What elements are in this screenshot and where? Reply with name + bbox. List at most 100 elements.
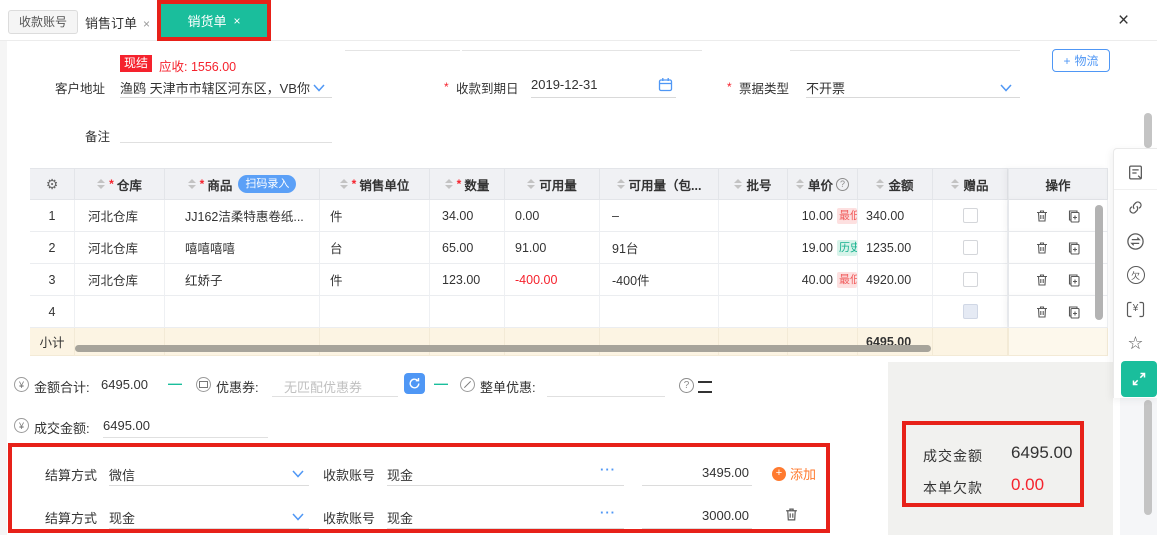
help-icon[interactable]: ? [679,378,694,393]
qty-cell[interactable]: 65.00 [430,232,505,264]
unit-cell[interactable]: 台 [320,232,430,264]
gift-checkbox[interactable] [962,208,978,223]
sort-icon[interactable] [876,179,885,189]
receive-account-select[interactable]: 现金 [387,465,413,484]
price-cell[interactable]: 10.00 最低 [788,200,858,232]
product-cell[interactable]: 嘻嘻嘻嘻 [165,232,320,264]
header-price[interactable]: 单价? [788,168,858,200]
batch-cell[interactable] [719,296,788,328]
tab-sales-order[interactable]: 销售订单 × [85,13,150,32]
price-cell[interactable]: 19.00 历史 [788,232,858,264]
product-cell[interactable]: JJ162洁柔特惠卷纸... [165,200,320,232]
delete-row-icon[interactable] [1035,209,1049,223]
receive-account-select[interactable]: 现金 [387,508,413,527]
chevron-down-icon[interactable] [1000,84,1012,92]
header-qty[interactable]: * 数量 [430,168,505,200]
qty-cell[interactable] [430,296,505,328]
gift-checkbox[interactable] [962,240,978,255]
product-cell[interactable]: 红娇子 [165,264,320,296]
unit-cell[interactable]: 件 [320,264,430,296]
product-cell[interactable] [165,296,320,328]
price-cell[interactable]: 40.00 最低 [788,264,858,296]
column-settings-header[interactable]: ⚙ [30,168,75,200]
sort-icon[interactable] [444,179,453,189]
transfer-button[interactable] [1114,224,1157,258]
header-available-pkg[interactable]: 可用量（包... [600,168,719,200]
delete-row-icon[interactable] [1035,305,1049,319]
bill-type-select[interactable]: 不开票 [806,78,845,97]
add-logistics-button[interactable]: + 物流 [1052,49,1110,72]
payment-amount-input[interactable]: 3000.00 [642,508,749,523]
qty-cell[interactable]: 123.00 [430,264,505,296]
page-scrollbar[interactable] [1144,400,1152,515]
order-discount-input[interactable] [547,396,665,397]
settle-method-select[interactable]: 微信 [109,465,135,484]
scan-entry-badge[interactable]: 扫码录入 [238,175,297,193]
tab-sales-slip[interactable]: 销货单 × [161,4,267,37]
price-cell[interactable] [788,296,858,328]
related-docs-button[interactable] [1114,190,1157,224]
more-options-icon[interactable]: ··· [600,505,616,520]
collapse-handle-icon[interactable] [698,381,712,393]
gift-checkbox[interactable] [962,272,978,287]
header-product[interactable]: * 商品 扫码录入 [165,168,320,200]
page-scrollbar[interactable] [1144,113,1152,148]
delete-payment-icon[interactable] [784,507,799,522]
header-batch[interactable]: 批号 [719,168,788,200]
arrears-button[interactable]: 欠 [1114,258,1157,292]
order-notes-button[interactable] [1113,155,1157,190]
delete-row-icon[interactable] [1035,241,1049,255]
chevron-down-icon[interactable] [292,513,304,521]
unit-cell[interactable] [320,296,430,328]
copy-row-icon[interactable] [1067,241,1081,255]
payment-amount-input[interactable]: 3495.00 [642,465,749,480]
sort-icon[interactable] [734,179,743,189]
qty-cell[interactable]: 34.00 [430,200,505,232]
header-available[interactable]: 可用量 [505,168,600,200]
remark-input[interactable] [120,142,332,143]
gift-checkbox[interactable] [962,304,978,319]
batch-cell[interactable] [719,232,788,264]
warehouse-cell[interactable]: 河北仓库 [75,200,165,232]
sort-icon[interactable] [339,179,348,189]
chevron-down-icon[interactable] [292,470,304,478]
batch-cell[interactable] [719,264,788,296]
customer-address-select[interactable]: 渔鸥 天津市市辖区河东区，VB你 [120,78,310,97]
warehouse-cell[interactable] [75,296,165,328]
gear-icon[interactable]: ⚙ [46,176,59,193]
warehouse-cell[interactable]: 河北仓库 [75,232,165,264]
calendar-icon[interactable] [658,77,673,92]
copy-row-icon[interactable] [1067,305,1081,319]
tab-payment-account[interactable]: 收款账号 [8,10,79,34]
coupon-input[interactable]: 无匹配优惠券 [284,377,362,396]
due-date-input[interactable]: 2019-12-31 [531,77,598,92]
tab-close-icon[interactable]: × [143,17,150,31]
header-amount[interactable]: 金额 [858,168,933,200]
fullscreen-button[interactable] [1121,361,1157,397]
favorite-button[interactable]: ☆ [1114,326,1157,360]
sort-icon[interactable] [527,179,536,189]
tab-close-icon[interactable]: × [234,14,241,28]
batch-cell[interactable] [719,200,788,232]
refresh-coupon-button[interactable] [404,373,425,394]
close-icon[interactable]: × [1118,10,1129,32]
help-icon[interactable]: ? [836,177,849,191]
sort-icon[interactable] [951,179,960,189]
sort-icon[interactable] [97,179,106,189]
header-unit[interactable]: * 销售单位 [320,168,430,200]
add-payment-button[interactable]: + 添加 [772,464,816,483]
chevron-down-icon[interactable] [313,84,325,92]
delete-row-icon[interactable] [1035,273,1049,287]
warehouse-cell[interactable]: 河北仓库 [75,264,165,296]
cash-button[interactable]: ¥ [1114,292,1157,326]
copy-row-icon[interactable] [1067,209,1081,223]
more-options-icon[interactable]: ··· [600,462,616,477]
sort-icon[interactable] [187,179,196,189]
unit-cell[interactable]: 件 [320,200,430,232]
header-warehouse[interactable]: * 仓库 [75,168,165,200]
horizontal-scrollbar[interactable] [75,345,931,352]
settle-method-select[interactable]: 现金 [109,508,135,527]
table-vertical-scrollbar[interactable] [1095,205,1103,320]
sort-icon[interactable] [795,179,804,189]
sort-icon[interactable] [616,179,625,189]
